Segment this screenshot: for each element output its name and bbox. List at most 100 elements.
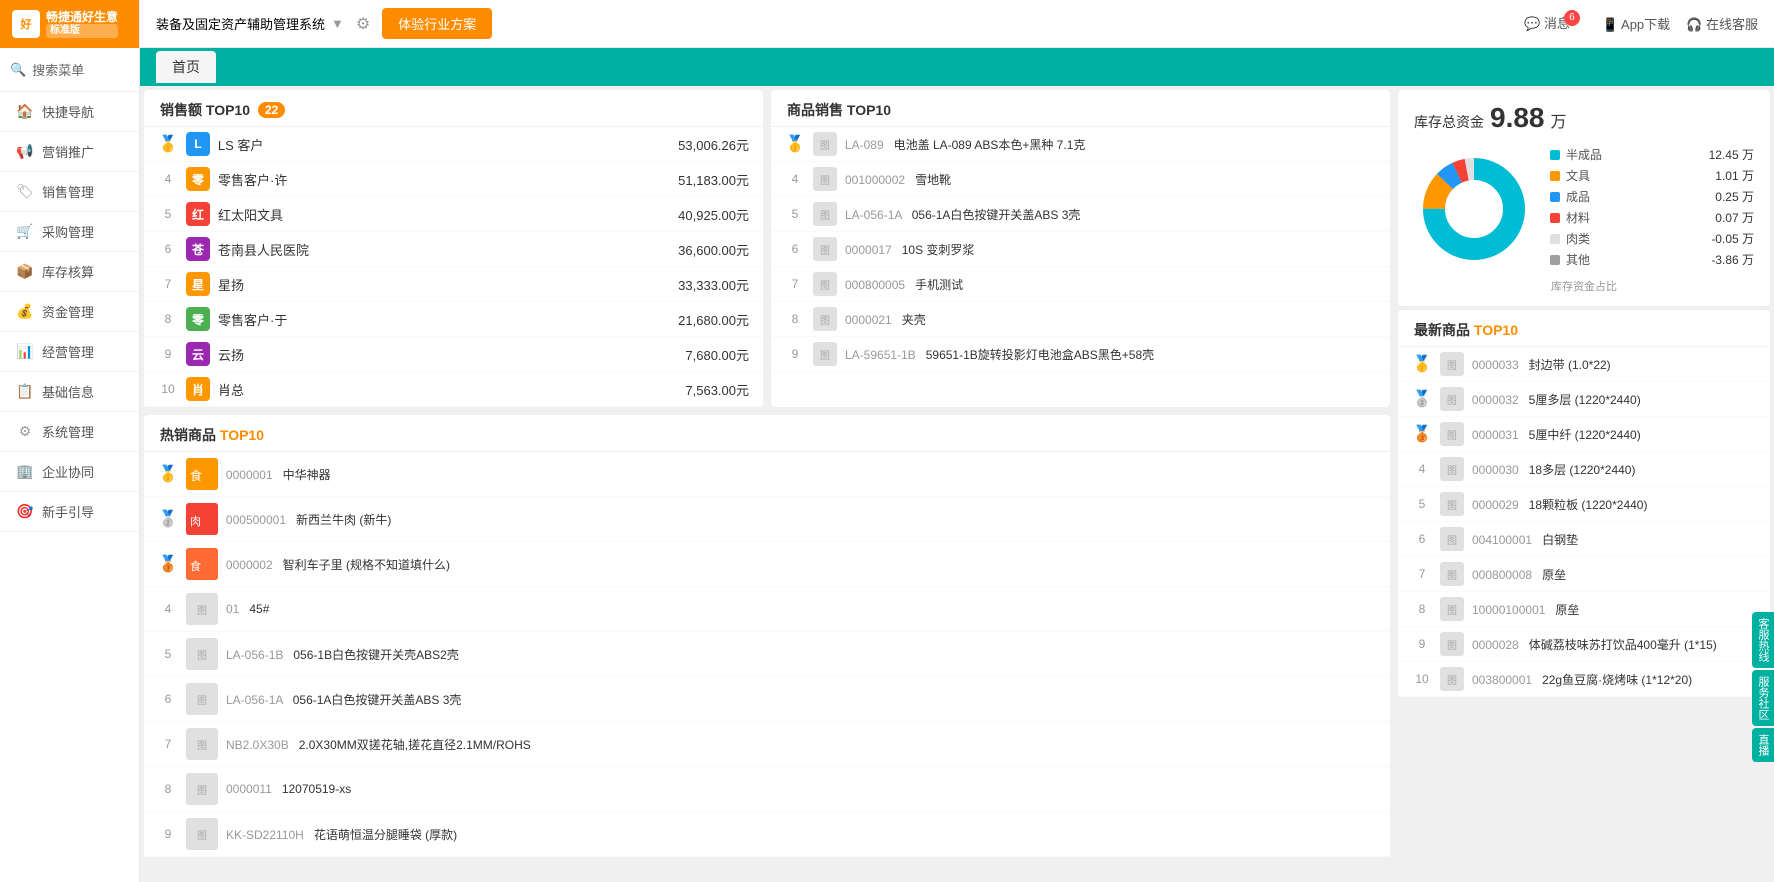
table-row: 9 图 0000028 体碱荔枝味苏打饮品400毫升 (1*15) — [1398, 627, 1770, 662]
sidebar-item-collab[interactable]: 🏢 企业协同 — [0, 452, 139, 492]
sidebar-item-purchase[interactable]: 🛒 采购管理 — [0, 212, 139, 252]
product-image: 图 — [1440, 667, 1464, 691]
cs-live-button[interactable]: 直播 — [1752, 728, 1774, 762]
product-name: 01 45# — [226, 602, 1376, 616]
sidebar-item-finance[interactable]: 💰 资金管理 — [0, 292, 139, 332]
product-name: 0000031 5厘中纤 (1220*2440) — [1472, 426, 1756, 443]
sales-amount: 21,680.00元 — [678, 310, 749, 329]
legend-value: -3.86 万 — [1711, 251, 1754, 268]
sales-amount: 51,183.00元 — [678, 170, 749, 189]
sales-amount: 7,680.00元 — [685, 345, 749, 364]
svg-text:食: 食 — [190, 559, 201, 573]
sidebar-logo: 好 畅捷通好生意 标准版 — [0, 0, 139, 48]
hot-products-panel: 热销商品 TOP10 🥇 食 0000001 中华神器 🥈 肉 00050000… — [144, 415, 1390, 857]
sidebar-item-label: 系统管理 — [42, 422, 94, 441]
rank-number: 5 — [158, 647, 178, 661]
right-panel: 库存总资金 9.88 万 — [1394, 86, 1774, 882]
product-image: 食 — [186, 548, 218, 580]
legend-dot — [1550, 213, 1560, 223]
rank-number: 4 — [1412, 462, 1432, 476]
online-service-nav[interactable]: 🎧 在线客服 — [1686, 14, 1758, 33]
sidebar-item-home[interactable]: 🏠 快捷导航 — [0, 92, 139, 132]
product-image: 图 — [813, 237, 837, 261]
logo-badge: 标准版 — [46, 24, 118, 38]
sidebar-item-label: 营销推广 — [42, 142, 94, 161]
trial-button[interactable]: 体验行业方案 — [382, 8, 492, 39]
logo-icon: 好 — [12, 10, 40, 38]
product-info: 000800005 手机测试 — [845, 276, 1376, 293]
tab-home[interactable]: 首页 — [156, 51, 216, 83]
table-row: 9 云 云扬 7,680.00元 — [144, 337, 763, 372]
rank-medal: 🥇 — [785, 134, 805, 154]
sales-name: 零售客户·于 — [218, 310, 670, 329]
system-icon: ⚙ — [16, 423, 34, 441]
product-image: 图 — [1440, 597, 1464, 621]
marketing-icon: 📢 — [16, 143, 34, 161]
sidebar-item-basic-info[interactable]: 📋 基础信息 — [0, 372, 139, 412]
product-image: 图 — [813, 132, 837, 156]
table-row: 8 零 零售客户·于 21,680.00元 — [144, 302, 763, 337]
sidebar-item-marketing[interactable]: 📢 营销推广 — [0, 132, 139, 172]
app-download-nav[interactable]: 📱 App下载 — [1602, 14, 1670, 33]
product-name: 003800001 22g鱼豆腐·烧烤味 (1*12*20) — [1472, 671, 1756, 688]
sidebar-item-guide[interactable]: 🎯 新手引导 — [0, 492, 139, 532]
newest-top10-panel: 最新商品 TOP10 🥇 图 0000033 封边带 (1.0*22) 🥈 图 … — [1398, 310, 1770, 697]
legend-name: 肉类 — [1566, 230, 1705, 247]
legend-item-meat: 肉类 -0.05 万 — [1550, 230, 1754, 247]
sidebar-item-label: 企业协同 — [42, 462, 94, 481]
search-menu-button[interactable]: 🔍 搜索菜单 — [10, 56, 129, 83]
table-row: 7 图 000800008 原垒 — [1398, 557, 1770, 592]
product-image: 图 — [186, 773, 218, 805]
content-area: 销售额 TOP10 22 🥇 L LS 客户 53,006.26元 — [140, 86, 1774, 882]
table-row: 6 图 0000017 10S 变刺罗浆 — [771, 232, 1390, 267]
table-row: 7 星 星扬 33,333.00元 — [144, 267, 763, 302]
product-image: 图 — [813, 167, 837, 191]
guide-icon: 🎯 — [16, 503, 34, 521]
sales-top10-panel: 销售额 TOP10 22 🥇 L LS 客户 53,006.26元 — [144, 90, 763, 407]
product-image: 图 — [1440, 352, 1464, 376]
dropdown-icon[interactable]: ▼ — [331, 16, 344, 31]
product-image: 图 — [813, 272, 837, 296]
table-row: 🥇 食 0000001 中华神器 — [144, 452, 1390, 497]
legend-dot — [1550, 234, 1560, 244]
table-row: 9 图 LA-59651-1B 59651-1B旋转投影灯电池盒ABS黑色+58… — [771, 337, 1390, 372]
product-image: 图 — [1440, 492, 1464, 516]
product-name: LA-056-1A 056-1A白色按键开关盖ABS 3壳 — [226, 691, 1376, 708]
sales-amount: 7,563.00元 — [685, 380, 749, 399]
sales-name: 星扬 — [218, 275, 670, 294]
sidebar-item-operations[interactable]: 📊 经营管理 — [0, 332, 139, 372]
operations-icon: 📊 — [16, 343, 34, 361]
products-rows: 🥇 图 LA-089 电池盖 LA-089 ABS本色+黑种 7.1克 4 图 … — [771, 127, 1390, 372]
product-image: 图 — [186, 593, 218, 625]
sales-panel-header: 销售额 TOP10 22 — [144, 90, 763, 127]
table-row: 4 图 01 45# — [144, 587, 1390, 632]
sidebar-item-label: 新手引导 — [42, 502, 94, 521]
product-name: 10000100001 原垒 — [1472, 601, 1756, 618]
table-row: 5 图 0000029 18颗粒板 (1220*2440) — [1398, 487, 1770, 522]
products-panel-header: 商品销售 TOP10 — [771, 90, 1390, 127]
legend-name: 半成品 — [1566, 146, 1703, 163]
chart-container: 半成品 12.45 万 文具 1.01 万 成品 0.25 万 — [1414, 146, 1754, 272]
cs-community-button[interactable]: 服务社区 — [1752, 670, 1774, 726]
message-badge: 6 — [1564, 10, 1580, 26]
inventory-title: 库存总资金 9.88 万 — [1414, 102, 1754, 134]
sidebar-item-label: 经营管理 — [42, 342, 94, 361]
table-row: 4 图 0000030 18多层 (1220*2440) — [1398, 452, 1770, 487]
sales-name: 零售客户·许 — [218, 170, 670, 189]
settings-icon[interactable]: ⚙ — [356, 14, 370, 34]
topbar-title: 装备及固定资产辅助管理系统 — [156, 14, 325, 33]
sidebar-item-inventory[interactable]: 📦 库存核算 — [0, 252, 139, 292]
product-name: KK-SD22110H 花语萌恒温分腿睡袋 (厚款) — [226, 826, 1376, 843]
svg-text:食: 食 — [190, 468, 202, 483]
rank-number: 9 — [158, 827, 178, 841]
sidebar-item-sales[interactable]: 🏷 销售管理 — [0, 172, 139, 212]
cs-hotline-button[interactable]: 客服热线 — [1752, 612, 1774, 668]
avatar: L — [186, 132, 210, 156]
message-nav[interactable]: 💬 消息6 — [1524, 13, 1586, 34]
page-tabs: 首页 — [140, 48, 1774, 86]
sidebar-item-system[interactable]: ⚙ 系统管理 — [0, 412, 139, 452]
product-image: 图 — [813, 342, 837, 366]
rank-medal: 🥈 — [1412, 389, 1432, 409]
table-row: 10 图 003800001 22g鱼豆腐·烧烤味 (1*12*20) — [1398, 662, 1770, 697]
product-image: 图 — [186, 818, 218, 850]
